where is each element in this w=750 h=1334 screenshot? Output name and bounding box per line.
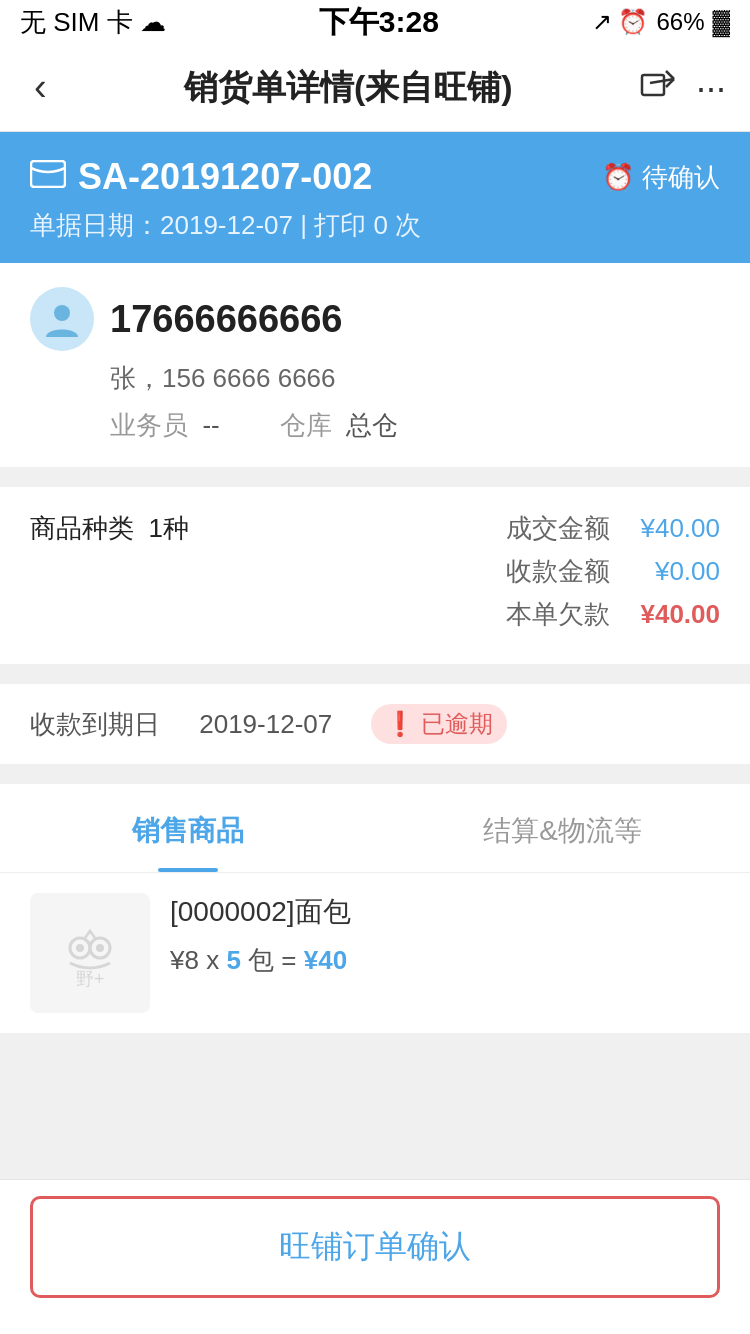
tabs-row: 销售商品 结算&物流等: [0, 784, 750, 872]
warehouse-label: 仓库 总仓: [280, 408, 398, 443]
customer-section: 17666666666 张，156 6666 6666 业务员 -- 仓库 总仓: [0, 263, 750, 477]
order-header: SA-20191207-002 ⏰ 待确认 单据日期：2019-12-07 | …: [0, 132, 750, 263]
tabs-section: 销售商品 结算&物流等: [0, 784, 750, 873]
amount-row-2: 收款金额 ¥0.00: [506, 554, 720, 589]
product-name: [0000002]面包: [170, 893, 720, 931]
nav-bar: ‹ 销货单详情(来自旺铺) ···: [0, 44, 750, 132]
price-value: ¥8: [170, 945, 199, 975]
divider-2: [0, 674, 750, 684]
product-thumbnail: 野+: [30, 893, 150, 1013]
amount-value-1: ¥40.00: [640, 513, 720, 544]
amount-label-1: 成交金额: [506, 511, 610, 546]
overdue-text: 已逾期: [421, 708, 493, 740]
product-item: 野+ [0000002]面包 ¥8 x 5 包 = ¥40: [30, 893, 720, 1013]
svg-rect-0: [642, 75, 664, 95]
svg-rect-1: [31, 161, 65, 187]
tab-sales-products[interactable]: 销售商品: [0, 784, 375, 872]
status-bar: 无 SIM 卡 ☁ 下午3:28 ↗ ⏰ 66% ▓: [0, 0, 750, 44]
amounts: 成交金额 ¥40.00 收款金额 ¥0.00 本单欠款 ¥40.00: [506, 511, 720, 640]
amount-label-2: 收款金额: [506, 554, 610, 589]
customer-name: 张，156 6666 6666: [110, 361, 720, 396]
amount-value-3: ¥40.00: [640, 599, 720, 630]
product-type-value: 1种: [148, 513, 188, 543]
order-icon: [30, 159, 66, 196]
svg-point-6: [96, 944, 104, 952]
sim-status: 无 SIM 卡 ☁: [20, 5, 166, 40]
product-types: 商品种类 1种: [30, 511, 189, 546]
back-button[interactable]: ‹: [24, 56, 57, 119]
amount-section: 商品种类 1种 成交金额 ¥40.00 收款金额 ¥0.00 本单欠款 ¥40.…: [0, 487, 750, 674]
product-info: [0000002]面包 ¥8 x 5 包 = ¥40: [170, 893, 720, 978]
product-section: 野+ [0000002]面包 ¥8 x 5 包 = ¥40: [0, 873, 750, 1033]
product-total: ¥40: [304, 945, 347, 975]
amount-row-3: 本单欠款 ¥40.00: [506, 597, 720, 632]
confirm-button[interactable]: 旺铺订单确认: [30, 1196, 720, 1298]
customer-meta: 业务员 -- 仓库 总仓: [110, 408, 720, 443]
amount-row-1: 成交金额 ¥40.00: [506, 511, 720, 546]
more-button[interactable]: ···: [696, 67, 726, 109]
tab-settlement[interactable]: 结算&物流等: [375, 784, 750, 872]
clock-icon: ⏰: [602, 162, 634, 193]
svg-point-5: [76, 944, 84, 952]
overdue-badge: ❗ 已逾期: [371, 704, 507, 744]
salesperson-label: 业务员 --: [110, 408, 220, 443]
status-time: 下午3:28: [319, 2, 439, 43]
due-section: 收款到期日 2019-12-07 ❗ 已逾期: [0, 684, 750, 774]
product-price: ¥8 x 5 包 = ¥40: [170, 943, 720, 978]
avatar: [30, 287, 94, 351]
quantity: 5: [226, 945, 240, 975]
share-button[interactable]: [640, 65, 676, 110]
battery-bar: ▓: [712, 8, 730, 36]
svg-point-2: [54, 305, 70, 321]
order-status-text: 待确认: [642, 160, 720, 195]
nav-actions: ···: [640, 65, 726, 110]
svg-text:野+: 野+: [76, 969, 105, 989]
battery-level: 66%: [656, 8, 704, 36]
divider-1: [0, 477, 750, 487]
status-right: ↗ ⏰ 66% ▓: [592, 8, 730, 36]
status-left: 无 SIM 卡 ☁: [20, 5, 166, 40]
order-date: 单据日期：2019-12-07 | 打印 0 次: [30, 208, 720, 243]
amount-value-2: ¥0.00: [655, 556, 720, 587]
battery-icon: ↗ ⏰: [592, 8, 649, 36]
due-date: 2019-12-07: [199, 709, 332, 740]
page-title: 销货单详情(来自旺铺): [184, 65, 513, 111]
amount-label-3: 本单欠款: [506, 597, 610, 632]
overdue-icon: ❗: [385, 710, 415, 738]
due-label: 收款到期日: [30, 707, 160, 742]
divider-3: [0, 774, 750, 784]
product-type-label: 商品种类: [30, 513, 134, 543]
bottom-bar: 旺铺订单确认: [0, 1179, 750, 1334]
customer-phone: 17666666666: [110, 298, 342, 341]
order-id-text: SA-20191207-002: [78, 156, 372, 198]
